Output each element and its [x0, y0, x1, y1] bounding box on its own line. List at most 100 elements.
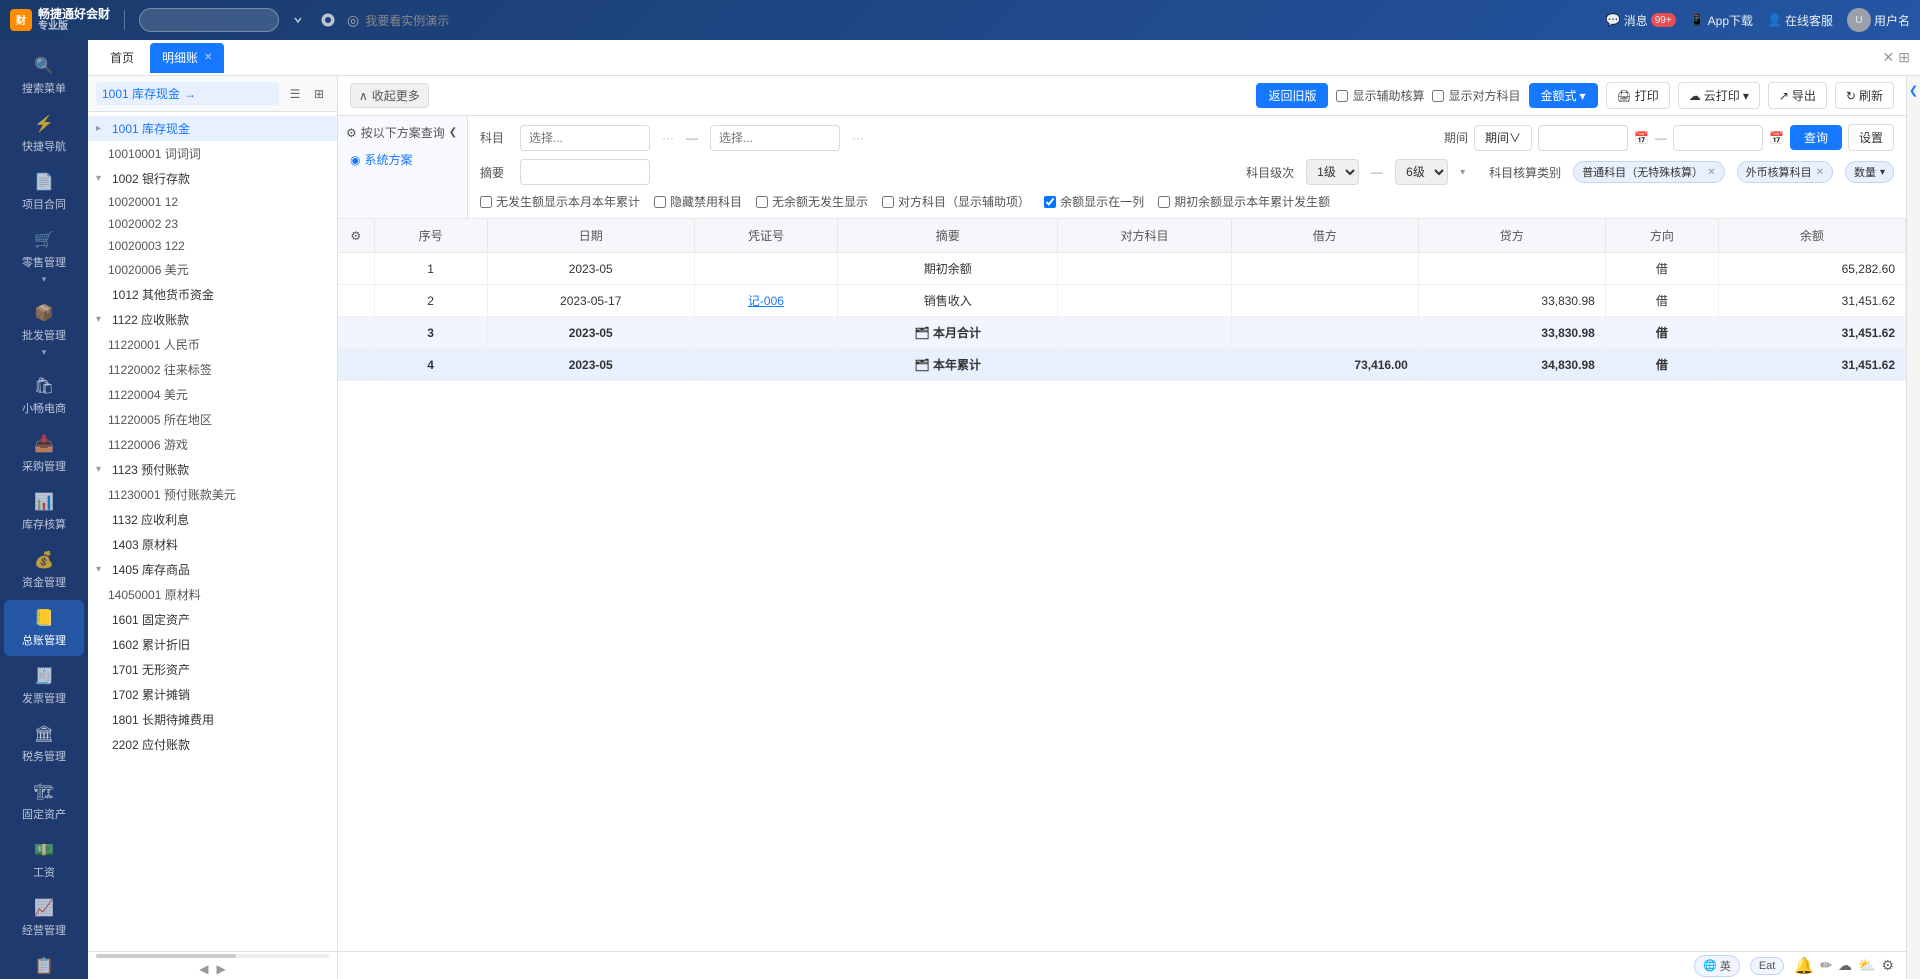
tree-item-1801[interactable]: 1801 长期待摊费用 — [88, 707, 337, 732]
period-end-input[interactable]: 2023-05 — [1673, 125, 1763, 151]
tree-item-10020003[interactable]: 10020003 122 — [88, 235, 337, 257]
sidebar-item-ecommerce[interactable]: 🛍 小畅电商 — [4, 368, 84, 424]
show-counter-checkbox[interactable]: 显示对方科目 — [1432, 87, 1520, 104]
show-counter-input[interactable] — [1432, 90, 1444, 102]
sidebar-item-inventory[interactable]: 📊 库存核算 — [4, 484, 84, 540]
sidebar-item-expense[interactable]: 📋 小畅报销 — [4, 948, 84, 979]
level-end-select[interactable]: 6级 — [1395, 159, 1448, 185]
query-btn[interactable]: 查询 — [1790, 125, 1842, 150]
amount-mode-btn[interactable]: 金额式 ▾ — [1529, 83, 1598, 108]
cb-no-balance-input[interactable] — [756, 196, 768, 208]
period-start-input[interactable]: 2023-05 — [1538, 125, 1628, 151]
summary-input[interactable] — [520, 159, 650, 185]
tree-item-1701[interactable]: 1701 无形资产 — [88, 657, 337, 682]
cb-no-amount[interactable]: 无发生额显示本月本年累计 — [480, 193, 640, 210]
tree-item-10020006[interactable]: 10020006 美元 — [88, 257, 337, 282]
message-btn[interactable]: 💬 消息 99+ — [1606, 12, 1676, 29]
show-aux-input[interactable] — [1336, 90, 1348, 102]
tree-item-1132[interactable]: 1132 应收利息 — [88, 507, 337, 532]
list-view-btn[interactable]: ☰ — [285, 84, 305, 104]
online-service-btn[interactable]: 👤 在线客服 — [1767, 12, 1833, 29]
lang-btn[interactable]: 🌐 英 — [1694, 955, 1740, 977]
sidebar-item-fixed-assets[interactable]: 🏗 固定资产 — [4, 774, 84, 830]
cb-hide-disabled-input[interactable] — [654, 196, 666, 208]
sidebar-item-ledger[interactable]: 📒 总账管理 — [4, 600, 84, 656]
td-voucher[interactable]: 记-006 — [694, 285, 837, 317]
print-btn[interactable]: 🖨 打印 — [1606, 82, 1670, 109]
cloud-print-btn[interactable]: ☁ 云打印 ▾ — [1678, 82, 1760, 109]
tree-item-10020001[interactable]: 10020001 12 — [88, 191, 337, 213]
notification-icon[interactable]: 🔔 — [1794, 956, 1814, 976]
cb-opening-yr-input[interactable] — [1158, 196, 1170, 208]
tree-item-1403[interactable]: 1403 原材料 — [88, 532, 337, 557]
cb-balance-in-col[interactable]: 余额显示在一列 — [1044, 193, 1144, 210]
refresh-btn[interactable]: ↻ 刷新 — [1835, 82, 1894, 109]
sidebar-item-purchase[interactable]: 📥 采购管理 — [4, 426, 84, 482]
cb-hide-disabled[interactable]: 隐藏禁用科目 — [654, 193, 742, 210]
settings-btn[interactable]: 设置 — [1848, 124, 1894, 151]
tree-item-11220002[interactable]: 11220002 往来标签 — [88, 357, 337, 382]
tree-item-1012[interactable]: 1012 其他货币资金 — [88, 282, 337, 307]
tree-item-10010001[interactable]: 10010001 词词词 — [88, 141, 337, 166]
tree-item-11220005[interactable]: 11220005 所在地区 — [88, 407, 337, 432]
tree-item-11220006[interactable]: 11220006 游戏 — [88, 432, 337, 457]
cb-counter-acct-input[interactable] — [882, 196, 894, 208]
right-arrow[interactable]: ▶ — [217, 962, 226, 976]
app-download-btn[interactable]: 📱 App下载 — [1690, 12, 1753, 29]
subject-end-input[interactable] — [710, 125, 840, 151]
tree-item-11220004[interactable]: 11220004 美元 — [88, 382, 337, 407]
tree-item-1001[interactable]: ▸ 1001 库存现金 — [88, 116, 337, 141]
settings-status-icon[interactable]: ⚙ — [1881, 957, 1894, 974]
right-side-handle[interactable]: ❮ — [1906, 76, 1920, 979]
sidebar-item-tax[interactable]: 🏛 税务管理 — [4, 716, 84, 772]
tree-item-1405[interactable]: ▾ 1405 库存商品 — [88, 557, 337, 582]
tab-close-icon[interactable]: ✕ — [204, 52, 212, 63]
expand-tree-btn[interactable]: ⊞ — [309, 84, 329, 104]
user-avatar-btn[interactable]: U 用户名 — [1847, 8, 1910, 32]
cb-balance-in-col-input[interactable] — [1044, 196, 1056, 208]
tree-item-1002[interactable]: ▾ 1002 银行存款 — [88, 166, 337, 191]
eat-btn[interactable]: Eat — [1750, 957, 1785, 975]
horizontal-scrollbar[interactable] — [96, 954, 329, 958]
edit-icon[interactable]: ✏ — [1820, 957, 1832, 974]
expand-more-btn[interactable]: ∧ 收起更多 — [350, 83, 429, 108]
tree-item-1602[interactable]: 1602 累计折旧 — [88, 632, 337, 657]
level-start-select[interactable]: 1级 2级 — [1306, 159, 1359, 185]
tag-foreign-remove[interactable]: ✕ — [1816, 167, 1824, 178]
tree-item-2202[interactable]: 2202 应付账款 — [88, 732, 337, 757]
tree-item-11220001[interactable]: 11220001 人民币 — [88, 332, 337, 357]
tree-item-1123[interactable]: ▾ 1123 预付账款 — [88, 457, 337, 482]
tree-item-1702[interactable]: 1702 累计摊销 — [88, 682, 337, 707]
tree-item-11230001[interactable]: 11230001 预付账款美元 — [88, 482, 337, 507]
tab-home[interactable]: 首页 — [98, 43, 146, 73]
sidebar-item-wholesale[interactable]: 📦 批发管理 ▾ — [4, 295, 84, 366]
window-close-btn[interactable]: ✕ — [1883, 49, 1895, 66]
tab-detail-account[interactable]: 明细账 ✕ — [150, 43, 224, 73]
window-expand-btn[interactable]: ⊞ — [1898, 49, 1910, 66]
period-type-btn[interactable]: 期间∨ — [1474, 125, 1532, 151]
tree-item-10020002[interactable]: 10020002 23 — [88, 213, 337, 235]
sidebar-item-search[interactable]: 🔍 搜索菜单 — [4, 48, 84, 104]
left-arrow[interactable]: ◀ — [199, 962, 208, 976]
account-selector[interactable]: 1001 库存现金 → — [96, 82, 279, 105]
cloud2-icon[interactable]: ⛅ — [1858, 957, 1875, 974]
voucher-link[interactable]: 记-006 — [748, 294, 784, 308]
tree-item-1601[interactable]: 1601 固定资产 — [88, 607, 337, 632]
show-aux-checkbox[interactable]: 显示辅助核算 — [1336, 87, 1424, 104]
sidebar-item-funds[interactable]: 💰 资金管理 — [4, 542, 84, 598]
sidebar-item-operations[interactable]: 📈 经营管理 — [4, 890, 84, 946]
cb-counter-acct[interactable]: 对方科目（显示辅助项） — [882, 193, 1030, 210]
system-scheme-btn[interactable]: ◉ 系统方案 — [346, 147, 459, 172]
dropdown-icon[interactable] — [287, 9, 309, 31]
sidebar-item-salary[interactable]: 💵 工资 — [4, 832, 84, 888]
cb-opening-yr[interactable]: 期初余额显示本年累计发生额 — [1158, 193, 1330, 210]
export-btn[interactable]: ↗ 导出 — [1768, 82, 1827, 109]
cb-no-balance[interactable]: 无余额无发生显示 — [756, 193, 868, 210]
tree-item-14050001[interactable]: 14050001 原材料 — [88, 582, 337, 607]
cloud-icon[interactable]: ☁ — [1838, 957, 1852, 974]
tree-item-1122[interactable]: ▾ 1122 应收账款 — [88, 307, 337, 332]
sidebar-item-retail[interactable]: 🛒 零售管理 ▾ — [4, 222, 84, 293]
sidebar-item-invoice[interactable]: 🧾 发票管理 — [4, 658, 84, 714]
sidebar-item-project[interactable]: 📄 项目合同 — [4, 164, 84, 220]
tag-normal-remove[interactable]: ✕ — [1707, 167, 1715, 178]
